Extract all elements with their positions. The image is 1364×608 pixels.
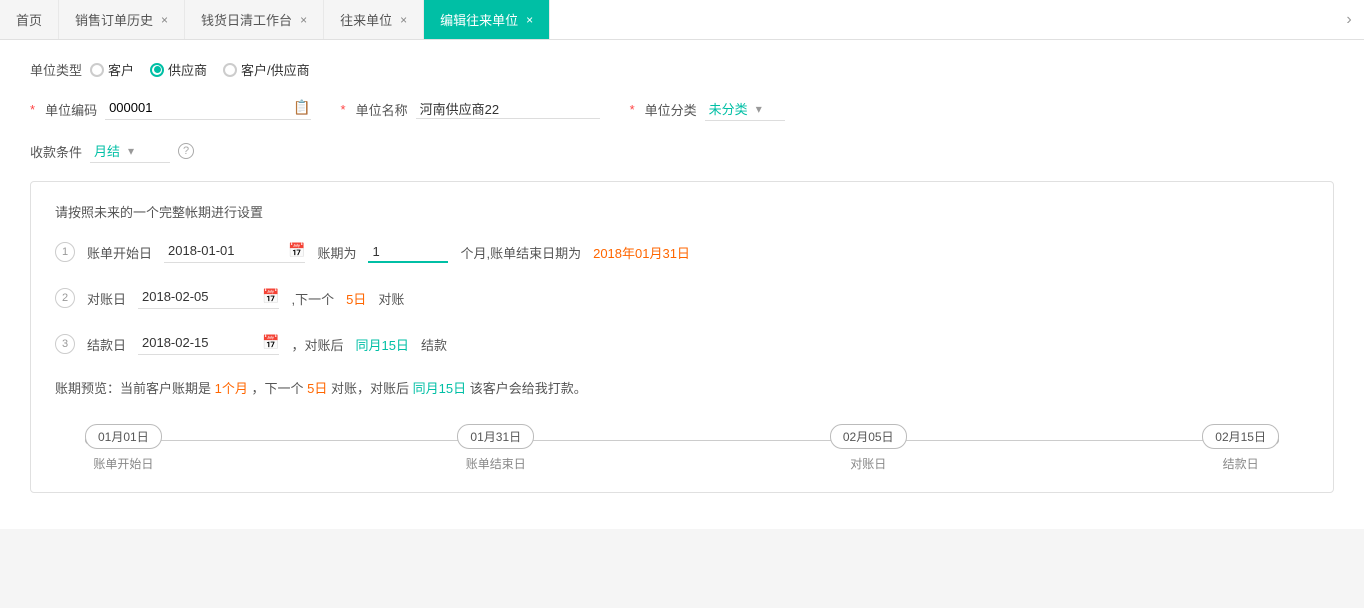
payment-condition-select[interactable]: 月结 ▾ bbox=[90, 139, 170, 163]
tl-label-2: 对账日 bbox=[850, 455, 886, 472]
radio-supplier[interactable]: 供应商 bbox=[150, 60, 207, 79]
tl-point-1: 01月31日 账单结束日 bbox=[457, 424, 534, 472]
payment-condition-chevron: ▾ bbox=[128, 144, 134, 158]
unit-category-label: 单位分类 bbox=[645, 100, 697, 119]
unit-type-row: 单位类型 客户 供应商 客户/供应商 bbox=[30, 60, 1334, 79]
tl-badge-2: 02月05日 bbox=[830, 424, 907, 449]
radio-customer-circle bbox=[90, 63, 104, 77]
tl-badge-0: 01月01日 bbox=[85, 424, 162, 449]
step-2-desc-prefix: ,下一个 bbox=[291, 289, 334, 308]
step-1-period-input[interactable] bbox=[368, 242, 448, 263]
tab-scroll-arrow[interactable]: › bbox=[1334, 11, 1364, 29]
step-3-desc-suffix: 结款 bbox=[421, 335, 447, 354]
tl-label-3: 结款日 bbox=[1223, 455, 1259, 472]
step-2-num: 2 bbox=[55, 288, 75, 308]
tl-point-0: 01月01日 账单开始日 bbox=[85, 424, 162, 472]
unit-category-value: 未分类 bbox=[709, 99, 748, 118]
preview-label: 账期预览：当前客户账期是 bbox=[55, 381, 211, 396]
tab-edit-counterpart-close[interactable]: × bbox=[526, 13, 533, 27]
unit-type-label: 单位类型 bbox=[30, 60, 82, 79]
radio-supplier-circle bbox=[150, 63, 164, 77]
unit-info-row: * 单位编码 📋 * 单位名称 * 单位分类 未分类 ▾ bbox=[30, 97, 1334, 121]
step-1-date-wrapper: 📅 bbox=[164, 241, 305, 263]
step-3-desc-highlight: 同月15日 bbox=[355, 335, 408, 354]
radio-both-circle bbox=[223, 63, 237, 77]
tl-badge-3: 02月15日 bbox=[1202, 424, 1279, 449]
step-3-num: 3 bbox=[55, 334, 75, 354]
timeline: 01月01日 账单开始日 01月31日 账单结束日 02月05日 对账日 02月… bbox=[55, 424, 1309, 472]
tab-counterparts[interactable]: 往来单位 × bbox=[324, 0, 424, 39]
help-icon[interactable]: ? bbox=[178, 143, 194, 159]
unit-code-copy-icon[interactable]: 📋 bbox=[293, 99, 310, 116]
timeline-points: 01月01日 账单开始日 01月31日 账单结束日 02月05日 对账日 02月… bbox=[85, 424, 1279, 472]
unit-type-radio-group: 客户 供应商 客户/供应商 bbox=[90, 60, 310, 79]
step-3-cal-icon[interactable]: 📅 bbox=[262, 334, 279, 351]
tl-badge-1: 01月31日 bbox=[457, 424, 534, 449]
step-3-date-input[interactable] bbox=[138, 333, 258, 352]
step-1-period-unit: 个月,账单结束日期为 bbox=[460, 243, 581, 262]
tl-label-0: 账单开始日 bbox=[93, 455, 153, 472]
unit-category-chevron: ▾ bbox=[756, 102, 762, 116]
tab-edit-counterpart[interactable]: 编辑往来单位 × bbox=[424, 0, 550, 39]
section-title: 请按照未来的一个完整帐期进行设置 bbox=[55, 202, 1309, 221]
step-2-cal-icon[interactable]: 📅 bbox=[262, 288, 279, 305]
unit-name-label: 单位名称 bbox=[356, 100, 408, 119]
tl-label-1: 账单结束日 bbox=[466, 455, 526, 472]
step-1-row: 1 账单开始日 📅 账期为 个月,账单结束日期为 2018年01月31日 bbox=[55, 241, 1309, 263]
tab-cash-desk-close[interactable]: × bbox=[300, 13, 307, 27]
preview-part3-suffix: 该客户会给我打款。 bbox=[470, 381, 587, 396]
unit-name-input[interactable] bbox=[416, 99, 600, 119]
step-1-num: 1 bbox=[55, 242, 75, 262]
step-1-end-date: 2018年01月31日 bbox=[593, 243, 690, 262]
preview-part2: 5日 bbox=[307, 381, 327, 396]
radio-customer-label: 客户 bbox=[108, 60, 134, 79]
timeline-line bbox=[115, 440, 1249, 441]
preview-part1-suffix: ，下一个 bbox=[252, 381, 304, 396]
step-1-extra-label: 账期为 bbox=[317, 243, 356, 262]
step-3-row: 3 结款日 📅 ，对账后 同月15日 结款 bbox=[55, 333, 1309, 355]
preview-part2-suffix: 对账，对账后 bbox=[331, 381, 409, 396]
step-2-row: 2 对账日 📅 ,下一个 5日 对账 bbox=[55, 287, 1309, 309]
unit-type-field: 单位类型 客户 供应商 客户/供应商 bbox=[30, 60, 310, 79]
radio-both-label: 客户/供应商 bbox=[241, 60, 310, 79]
tl-point-3: 02月15日 结款日 bbox=[1202, 424, 1279, 472]
step-2-desc-suffix: 对账 bbox=[378, 289, 404, 308]
tabs-bar: 首页 销售订单历史 × 钱货日清工作台 × 往来单位 × 编辑往来单位 × › bbox=[0, 0, 1364, 40]
step-3-desc-prefix: ，对账后 bbox=[291, 335, 343, 354]
unit-category-field: * 单位分类 未分类 ▾ bbox=[630, 97, 785, 121]
step-3-label: 结款日 bbox=[87, 335, 126, 354]
tab-sales-history-close[interactable]: × bbox=[161, 13, 168, 27]
unit-code-input-wrapper: 📋 bbox=[105, 98, 310, 120]
tab-counterparts-close[interactable]: × bbox=[400, 13, 407, 27]
step-2-date-input[interactable] bbox=[138, 287, 258, 306]
payment-condition-value: 月结 bbox=[94, 141, 120, 160]
radio-supplier-label: 供应商 bbox=[168, 60, 207, 79]
tab-cash-desk[interactable]: 钱货日清工作台 × bbox=[185, 0, 324, 39]
preview-text: 账期预览：当前客户账期是 1个月 ，下一个 5日 对账，对账后 同月15日 该客… bbox=[55, 379, 1309, 400]
unit-code-input[interactable] bbox=[105, 98, 289, 117]
unit-code-label: 单位编码 bbox=[45, 100, 97, 119]
unit-code-field: * 单位编码 📋 bbox=[30, 98, 311, 120]
unit-category-select[interactable]: 未分类 ▾ bbox=[705, 97, 785, 121]
radio-both[interactable]: 客户/供应商 bbox=[223, 60, 310, 79]
step-1-date-input[interactable] bbox=[164, 241, 284, 260]
step-2-desc-highlight: 5日 bbox=[346, 289, 366, 308]
preview-part1: 1个月 bbox=[215, 381, 248, 396]
payment-condition-label: 收款条件 bbox=[30, 142, 82, 161]
step-2-label: 对账日 bbox=[87, 289, 126, 308]
step-3-date-wrapper: 📅 bbox=[138, 333, 279, 355]
step-1-cal-icon[interactable]: 📅 bbox=[288, 242, 305, 259]
period-settings-section: 请按照未来的一个完整帐期进行设置 1 账单开始日 📅 账期为 个月,账单结束日期… bbox=[30, 181, 1334, 493]
tl-point-2: 02月05日 对账日 bbox=[830, 424, 907, 472]
payment-condition-field: 收款条件 月结 ▾ ? bbox=[30, 139, 194, 163]
step-2-date-wrapper: 📅 bbox=[138, 287, 279, 309]
preview-part3: 同月15日 bbox=[413, 381, 466, 396]
tab-sales-history[interactable]: 销售订单历史 × bbox=[59, 0, 185, 39]
radio-customer[interactable]: 客户 bbox=[90, 60, 134, 79]
payment-condition-row: 收款条件 月结 ▾ ? bbox=[30, 139, 1334, 163]
page-content: 单位类型 客户 供应商 客户/供应商 * 单位编码 bbox=[0, 40, 1364, 529]
step-1-label: 账单开始日 bbox=[87, 243, 152, 262]
unit-name-field: * 单位名称 bbox=[341, 99, 600, 119]
tab-home[interactable]: 首页 bbox=[0, 0, 59, 39]
